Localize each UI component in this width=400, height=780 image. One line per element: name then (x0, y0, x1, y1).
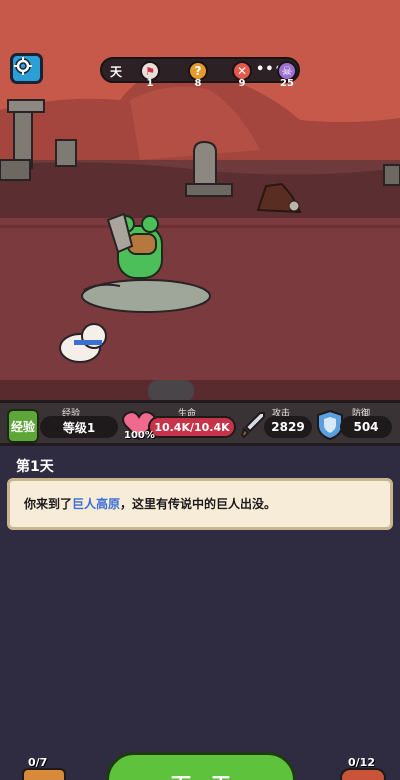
skull-icon: ☠ (281, 64, 293, 78)
sword-icon (240, 412, 265, 439)
gear-icon (14, 57, 32, 75)
question-icon: ? (194, 64, 202, 78)
next-day-button[interactable]: 下一天 (106, 752, 296, 780)
event-message: 你来到了巨人高原，这里有传说中的巨人出没。 (7, 478, 393, 530)
log-day-title: 第1天 (16, 459, 54, 475)
flag-count: 1 (146, 78, 154, 89)
settings-button[interactable] (10, 53, 43, 84)
stats-bar: 经验 经验 等级1 生命 10.4K/10.4K 100% 攻击 2829 防御… (0, 400, 400, 446)
day-label: 天 (110, 65, 123, 79)
battle-scene: 天 ⚑ ? ✕ ••• ☠ 1 8 9 25 (0, 0, 400, 400)
right-slot-button[interactable] (340, 768, 386, 780)
message-place[interactable]: 巨人高原 (72, 497, 120, 511)
cross-icon: ✕ (236, 64, 248, 78)
left-slot-button[interactable] (22, 768, 66, 780)
message-suffix: ，这里有传说中的巨人出没。 (120, 497, 277, 511)
hp-bar: 10.4K/10.4K (148, 416, 236, 438)
message-prefix: 你来到了 (24, 497, 73, 511)
atk-pill: 2829 (264, 416, 312, 438)
flag-icon: ⚑ (145, 64, 155, 78)
level-pill: 等级1 (40, 416, 118, 438)
day-progress-track: 天 ⚑ ? ✕ ••• ☠ 1 8 9 25 (100, 57, 300, 89)
def-pill: 504 (340, 416, 392, 438)
cross-count: 9 (238, 78, 246, 89)
question-count: 8 (194, 78, 202, 89)
skull-count: 25 (280, 78, 294, 89)
hp-percent: 100% (124, 430, 155, 441)
event-log: 第1天 你来到了巨人高原，这里有传说中的巨人出没。 (0, 446, 400, 780)
exp-badge: 经验 (7, 409, 39, 443)
